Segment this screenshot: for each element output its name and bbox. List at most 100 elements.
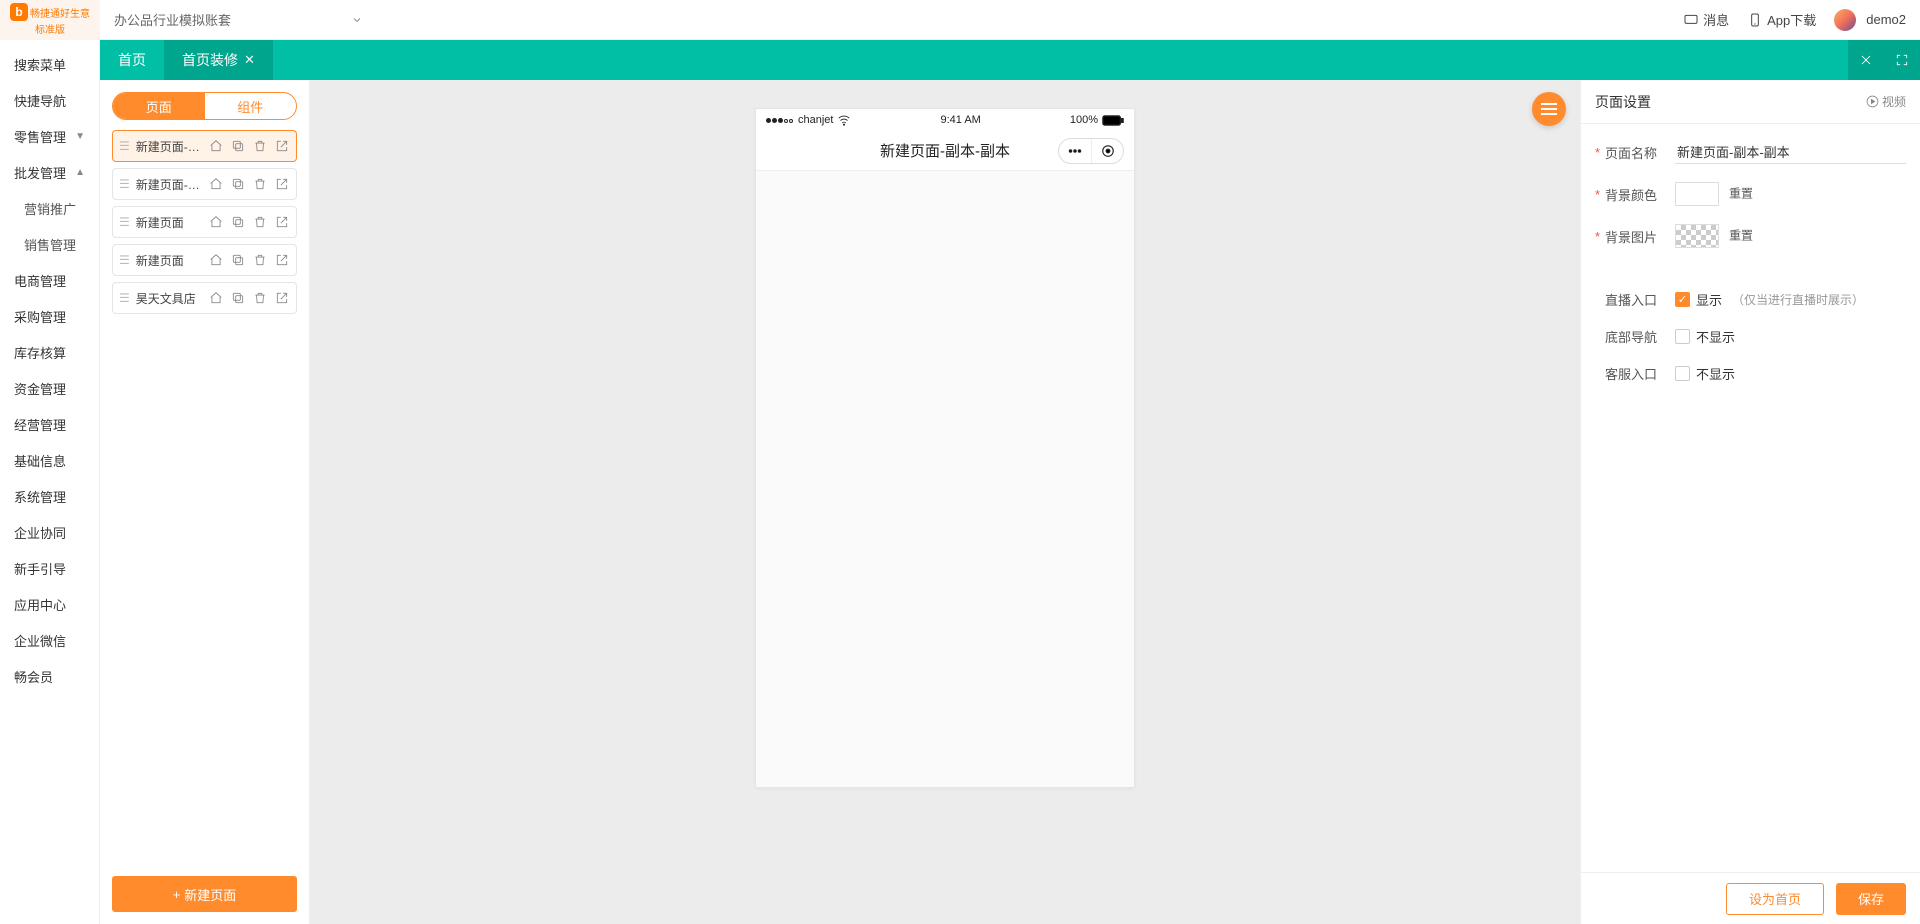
sidenav-ecom[interactable]: 电商管理 — [0, 262, 99, 298]
sidenav-member[interactable]: 畅会员 — [0, 658, 99, 694]
drag-handle-icon[interactable]: ☰ — [119, 215, 130, 229]
share-icon[interactable] — [274, 176, 290, 192]
sidenav-sales[interactable]: 销售管理 — [0, 226, 99, 262]
sidenav-inventory[interactable]: 库存核算 — [0, 334, 99, 370]
share-icon[interactable] — [274, 138, 290, 154]
page-name-input[interactable] — [1675, 140, 1906, 164]
page-list-panel: 页面 组件 ☰新建页面-副本...☰新建页面-副本☰新建页面☰新建页面☰昊天文具… — [100, 80, 310, 924]
bgcolor-reset[interactable]: 重置 — [1729, 186, 1753, 200]
page-item[interactable]: ☰ 新建页面 — [112, 244, 297, 276]
live-hint: （仅当进行直播时展示） — [1732, 291, 1864, 308]
home-icon[interactable] — [208, 252, 224, 268]
page-item-name: 昊天文具店 — [136, 290, 202, 307]
sidenav-purchase[interactable]: 采购管理 — [0, 298, 99, 334]
page-item-name: 新建页面 — [136, 252, 202, 269]
components-tab[interactable]: 组件 — [205, 93, 297, 119]
phone-body[interactable] — [756, 171, 1134, 787]
page-item[interactable]: ☰ 新建页面-副本... — [112, 130, 297, 162]
delete-icon[interactable] — [252, 176, 268, 192]
settings-panel: 页面设置 视频 *页面名称 *背景颜色 重置 — [1580, 80, 1920, 924]
account-selector[interactable]: 办公品行业模拟账套 — [114, 10, 363, 29]
tab-fullscreen[interactable] — [1884, 40, 1920, 80]
home-icon[interactable] — [208, 214, 224, 230]
sidenav-wechat[interactable]: 企业微信 — [0, 622, 99, 658]
copy-icon[interactable] — [230, 252, 246, 268]
messages-link[interactable]: 消息 — [1683, 10, 1729, 29]
delete-icon[interactable] — [252, 252, 268, 268]
phone-page-title: 新建页面-副本-副本 — [880, 140, 1010, 161]
tab-home[interactable]: 首页 — [100, 40, 164, 80]
sidenav-guide[interactable]: 新手引导 — [0, 550, 99, 586]
copy-icon[interactable] — [230, 176, 246, 192]
phone-icon — [1747, 12, 1763, 28]
home-icon[interactable] — [208, 290, 224, 306]
sidenav-apps[interactable]: 应用中心 — [0, 586, 99, 622]
sidenav-wholesale[interactable]: 批发管理▲ — [0, 154, 99, 190]
share-icon[interactable] — [274, 214, 290, 230]
bgimg-reset[interactable]: 重置 — [1729, 228, 1753, 242]
bgimg-label: 背景图片 — [1605, 227, 1675, 246]
sidenav-operations[interactable]: 经营管理 — [0, 406, 99, 442]
collapse-panel-button[interactable] — [1532, 92, 1566, 126]
sidenav-collab[interactable]: 企业协同 — [0, 514, 99, 550]
sidenav-marketing[interactable]: 营销推广 — [0, 190, 99, 226]
battery-label: 100% — [1070, 114, 1098, 126]
bottom-nav-checkbox[interactable] — [1675, 329, 1690, 344]
live-checkbox[interactable]: ✓ — [1675, 292, 1690, 307]
bgimg-swatch[interactable] — [1675, 224, 1719, 248]
service-label: 客服入口 — [1605, 364, 1675, 383]
user-menu[interactable]: demo2 — [1834, 9, 1906, 31]
sidenav-quicknav[interactable]: 快捷导航 — [0, 82, 99, 118]
chat-icon — [1683, 12, 1699, 28]
service-opt: 不显示 — [1696, 364, 1735, 383]
close-icon[interactable]: ✕ — [244, 52, 255, 68]
save-button[interactable]: 保存 — [1836, 883, 1906, 915]
sidenav-basic[interactable]: 基础信息 — [0, 442, 99, 478]
delete-icon[interactable] — [252, 290, 268, 306]
wifi-icon — [837, 113, 851, 127]
chevron-down-icon — [351, 14, 363, 26]
drag-handle-icon[interactable]: ☰ — [119, 139, 130, 153]
service-checkbox[interactable] — [1675, 366, 1690, 381]
copy-icon[interactable] — [230, 214, 246, 230]
sidenav: 搜索菜单 快捷导航 零售管理▼ 批发管理▲ 营销推广 销售管理 电商管理 采购管… — [0, 40, 100, 924]
add-page-button[interactable]: +新建页面 — [112, 876, 297, 912]
share-icon[interactable] — [274, 252, 290, 268]
live-show-label: 显示 — [1696, 290, 1722, 309]
mini-more-icon[interactable] — [1059, 138, 1091, 164]
page-item[interactable]: ☰新建页面 — [112, 206, 297, 238]
page-item-name: 新建页面-副本 — [136, 176, 202, 193]
set-home-button[interactable]: 设为首页 — [1726, 883, 1824, 915]
page-item[interactable]: ☰ 昊天文具店 — [112, 282, 297, 314]
pages-tab[interactable]: 页面 — [113, 93, 205, 119]
drag-handle-icon[interactable]: ☰ — [119, 291, 130, 305]
app-download-label: App下载 — [1767, 10, 1816, 29]
video-help-link[interactable]: 视频 — [1866, 93, 1906, 110]
sidenav-search[interactable]: 搜索菜单 — [0, 46, 99, 82]
sidenav-system[interactable]: 系统管理 — [0, 478, 99, 514]
drag-handle-icon[interactable]: ☰ — [119, 253, 130, 267]
mini-target-icon[interactable] — [1091, 138, 1123, 164]
canvas: chanjet 9:41 AM 100% 新建页面-副本-副本 — [310, 80, 1580, 924]
home-icon[interactable] — [208, 176, 224, 192]
share-icon[interactable] — [274, 290, 290, 306]
copy-icon[interactable] — [230, 138, 246, 154]
brand-logo[interactable]: b畅捷通好生意 标准版 — [0, 0, 100, 40]
tab-close-all[interactable] — [1848, 40, 1884, 80]
copy-icon[interactable] — [230, 290, 246, 306]
drag-handle-icon[interactable]: ☰ — [119, 177, 130, 191]
bgcolor-label: 背景颜色 — [1605, 185, 1675, 204]
page-item[interactable]: ☰ 新建页面-副本 — [112, 168, 297, 200]
brand-edition: 标准版 — [35, 21, 65, 36]
app-download-link[interactable]: App下载 — [1747, 10, 1816, 29]
sidenav-retail[interactable]: 零售管理▼ — [0, 118, 99, 154]
delete-icon[interactable] — [252, 138, 268, 154]
phone-preview: chanjet 9:41 AM 100% 新建页面-副本-副本 — [755, 108, 1135, 788]
bgcolor-swatch[interactable] — [1675, 182, 1719, 206]
home-icon[interactable] — [208, 138, 224, 154]
brand-name: 畅捷通好生意 — [30, 5, 90, 20]
page-item-name: 新建页面-副本... — [136, 138, 202, 155]
sidenav-funds[interactable]: 资金管理 — [0, 370, 99, 406]
tab-decorate[interactable]: 首页装修✕ — [164, 40, 273, 80]
delete-icon[interactable] — [252, 214, 268, 230]
